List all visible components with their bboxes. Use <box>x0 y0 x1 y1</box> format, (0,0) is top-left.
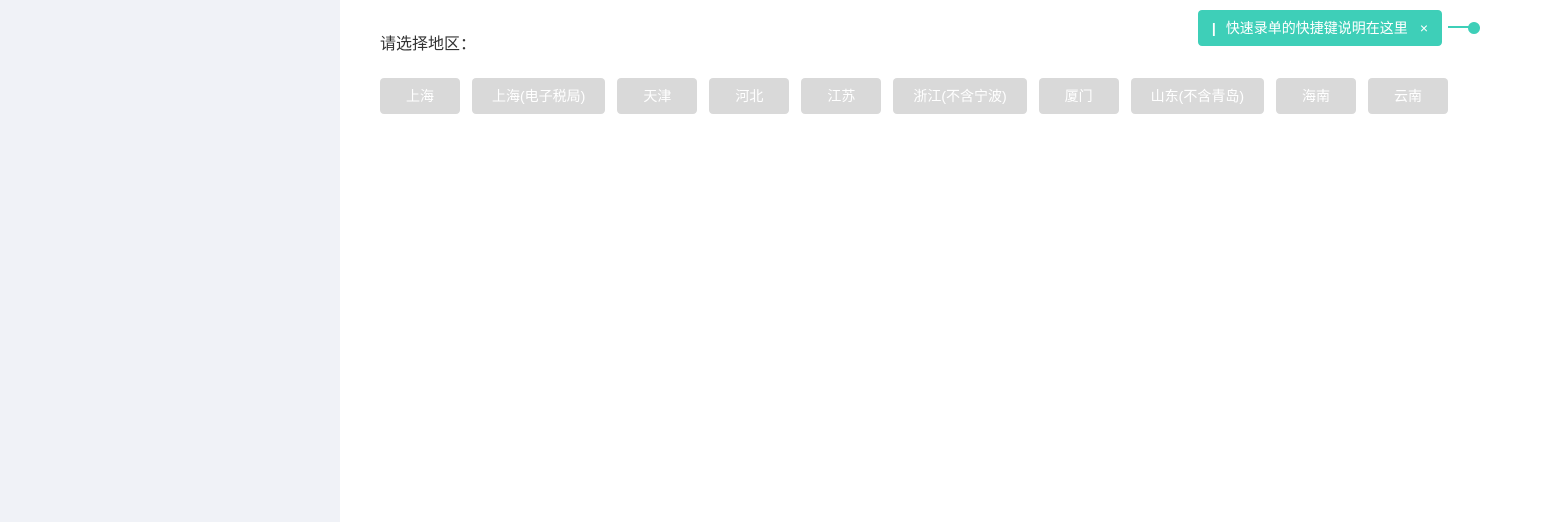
region-button-tianjin[interactable]: 天津 <box>617 78 697 114</box>
region-button-shandong[interactable]: 山东(不含青岛) <box>1131 78 1264 114</box>
tooltip-close-button[interactable]: × <box>1420 20 1428 36</box>
region-button-yunnan[interactable]: 云南 <box>1368 78 1448 114</box>
main-content: 请选择地区： 上海上海(电子税局)天津河北江苏浙江(不含宁波)厦门山东(不含青岛… <box>340 0 1562 522</box>
left-sidebar <box>0 0 340 522</box>
region-button-shanghai[interactable]: 上海 <box>380 78 460 114</box>
tooltip-connector-dot <box>1468 22 1480 34</box>
region-button-hainan[interactable]: 海南 <box>1276 78 1356 114</box>
region-button-hebei[interactable]: 河北 <box>709 78 789 114</box>
tooltip-text: 快速录单的快捷键说明在这里 <box>1226 18 1408 38</box>
region-button-jiangsu[interactable]: 江苏 <box>801 78 881 114</box>
tooltip-banner: 快速录单的快捷键说明在这里 × <box>1198 10 1442 46</box>
region-button-xiamen[interactable]: 厦门 <box>1039 78 1119 114</box>
region-button-shanghai-etax[interactable]: 上海(电子税局) <box>472 78 605 114</box>
region-buttons-container: 上海上海(电子税局) 天津河北江苏浙江(不含宁波) 厦门山东(不含青岛) 海南云南 <box>380 78 1522 114</box>
region-button-zhejiang[interactable]: 浙江(不含宁波) <box>893 78 1026 114</box>
